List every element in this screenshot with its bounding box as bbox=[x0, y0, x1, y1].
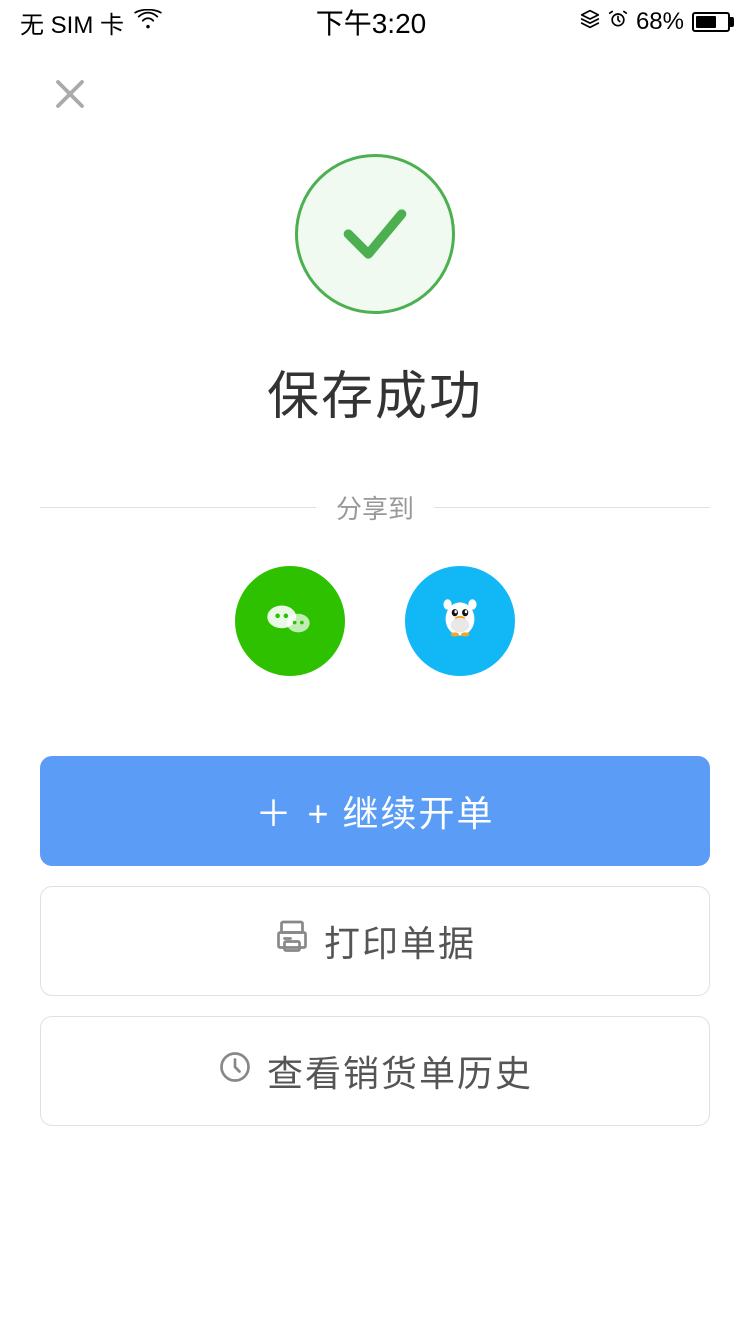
divider-line-right bbox=[434, 507, 710, 508]
battery-icon bbox=[692, 12, 730, 32]
divider-line-left bbox=[40, 507, 316, 508]
buttons-container: ＋ + 继续开单 打印单据 查看销货单历史 bbox=[40, 756, 710, 1126]
close-button[interactable] bbox=[40, 64, 100, 124]
success-icon-circle bbox=[295, 154, 455, 314]
share-icons-row bbox=[235, 566, 515, 676]
share-label: 分享到 bbox=[336, 489, 414, 526]
qq-share-button[interactable] bbox=[405, 566, 515, 676]
wechat-share-button[interactable] bbox=[235, 566, 345, 676]
history-label: 查看销货单历史 bbox=[267, 1045, 533, 1097]
status-left: 无 SIM 卡 bbox=[20, 5, 162, 40]
location-icon bbox=[580, 8, 600, 36]
status-time: 下午3:20 bbox=[316, 2, 427, 42]
history-icon bbox=[217, 1049, 253, 1094]
checkmark-icon bbox=[335, 194, 415, 274]
print-button[interactable]: 打印单据 bbox=[40, 886, 710, 996]
status-bar: 无 SIM 卡 下午3:20 68% bbox=[0, 0, 750, 44]
history-button[interactable]: 查看销货单历史 bbox=[40, 1016, 710, 1126]
status-right: 68% bbox=[580, 8, 730, 36]
plus-icon: ＋ bbox=[255, 785, 293, 837]
alarm-icon bbox=[608, 8, 628, 36]
main-content: 保存成功 分享到 bbox=[0, 44, 750, 1334]
continue-label: + 继续开单 bbox=[307, 785, 494, 837]
wifi-icon bbox=[134, 8, 162, 36]
printer-icon bbox=[274, 919, 310, 964]
share-divider: 分享到 bbox=[40, 489, 710, 526]
continue-button[interactable]: ＋ + 继续开单 bbox=[40, 756, 710, 866]
battery-fill bbox=[696, 16, 716, 28]
print-label: 打印单据 bbox=[324, 915, 476, 967]
success-title: 保存成功 bbox=[267, 354, 483, 429]
battery-percentage: 68% bbox=[636, 8, 684, 36]
no-sim-text: 无 SIM 卡 bbox=[20, 5, 124, 40]
